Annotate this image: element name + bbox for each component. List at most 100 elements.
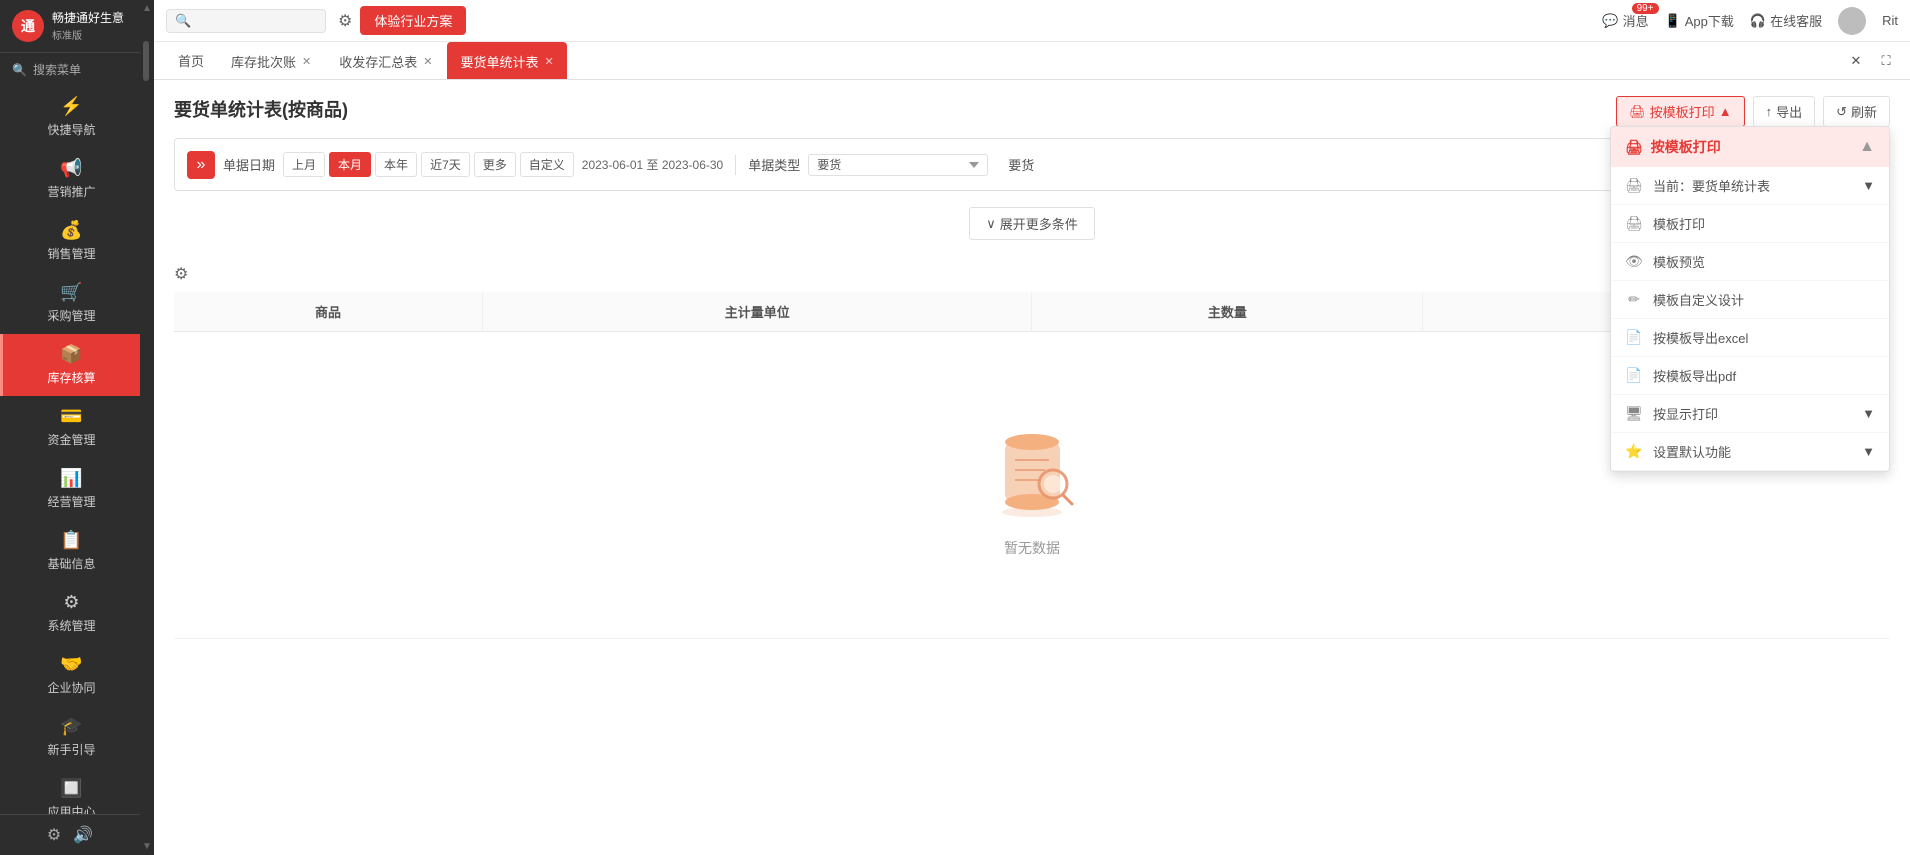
online-service-action[interactable]: 🎧 在线客服 — [1750, 11, 1822, 30]
col-header-product: 商品 — [174, 292, 482, 332]
default-func-icon: ⭐ — [1625, 443, 1643, 460]
sidebar-footer: ⚙ 🔊 — [0, 814, 140, 855]
default-chevron-icon: ▼ — [1862, 444, 1875, 459]
filter-7days-btn[interactable]: 近7天 — [421, 152, 470, 177]
expand-more-icon: ∨ — [986, 216, 996, 232]
sidebar-item-marketing[interactable]: 📢 营销推广 — [0, 148, 140, 210]
sidebar-item-quick-nav[interactable]: ⚡ 快捷导航 — [0, 86, 140, 148]
tab-maximize-btn[interactable]: ⛶ — [1874, 49, 1898, 73]
sidebar-item-label: 基础信息 — [47, 555, 95, 572]
filter-last-month-btn[interactable]: 上月 — [283, 152, 325, 177]
print-template-btn[interactable]: 🖨 按模板打印 ▲ — [1616, 96, 1744, 127]
filter-expand-btn[interactable]: » — [187, 151, 215, 179]
date-filter-label: 单据日期 — [223, 155, 275, 174]
sidebar-search[interactable]: 🔍 搜索菜单 — [0, 53, 140, 86]
scroll-thumb[interactable] — [143, 41, 149, 81]
message-badge: 99+ — [1632, 3, 1659, 14]
dropdown-item-export-excel[interactable]: 📄 按模板导出excel — [1611, 319, 1889, 357]
tabbar-end: ✕ ⛶ — [1844, 49, 1898, 73]
tab-close-all-btn[interactable]: ✕ — [1844, 49, 1868, 73]
tab-collection-summary[interactable]: 收发存汇总表 ✕ — [326, 42, 445, 79]
sidebar-logo-text: 畅捷通好生意 标准版 — [52, 10, 124, 42]
scroll-down-btn[interactable]: ▼ — [139, 838, 155, 855]
footer-volume-icon[interactable]: 🔊 — [73, 825, 93, 845]
basic-icon: 📋 — [60, 530, 82, 551]
expand-more-label: 展开更多条件 — [1000, 214, 1078, 233]
sidebar-item-apps[interactable]: 🔲 应用中心 — [0, 768, 140, 814]
sidebar-item-newbie[interactable]: 🎓 新手引导 — [0, 706, 140, 768]
finance-icon: 💳 — [60, 406, 82, 427]
sidebar-item-label: 快捷导航 — [47, 121, 95, 138]
message-action[interactable]: 💬 消息 99+ — [1602, 11, 1648, 30]
sidebar-item-system[interactable]: ⚙ 系统管理 — [0, 582, 140, 644]
dropdown-item-template-print[interactable]: 🖨 模板打印 — [1611, 205, 1889, 243]
topbar-gear-icon[interactable]: ⚙ — [338, 11, 352, 31]
type-filter-select[interactable]: 要货 — [808, 154, 988, 176]
yaohuo-label: 要货 — [1008, 155, 1038, 174]
tab-label: 收发存汇总表 — [339, 52, 417, 71]
template-custom-label: 模板自定义设计 — [1653, 290, 1744, 309]
footer-settings-icon[interactable]: ⚙ — [47, 825, 61, 845]
sidebar-search-label: 搜索菜单 — [33, 61, 81, 78]
tab-close-inventory-batch[interactable]: ✕ — [302, 55, 311, 68]
printer-header-icon: 🖨 — [1625, 139, 1643, 156]
filter-this-month-btn[interactable]: 本月 — [329, 152, 371, 177]
scroll-up-btn[interactable]: ▲ — [139, 0, 155, 17]
dropdown-default-func[interactable]: ⭐ 设置默认功能 ▼ — [1611, 433, 1889, 471]
sidebar-item-label: 销售管理 — [47, 245, 95, 262]
tab-order-stats[interactable]: 要货单统计表 ✕ — [447, 42, 566, 79]
refresh-btn[interactable]: ↺ 刷新 — [1823, 96, 1890, 127]
operations-icon: 📊 — [60, 468, 82, 489]
filter-divider — [735, 155, 736, 175]
quick-nav-icon: ⚡ — [60, 96, 82, 117]
filter-this-year-btn[interactable]: 本年 — [375, 152, 417, 177]
print-dropdown-menu: 🖨 按模板打印 ▲ 🖨当前：要货单统计表 ▼ 🖨 模板打印 👁 — [1610, 126, 1890, 472]
topbar-search-input[interactable] — [195, 14, 315, 28]
sidebar-logo: 通 畅捷通好生意 标准版 — [0, 0, 140, 53]
dropdown-display-print[interactable]: 🖥 按显示打印 ▼ — [1611, 395, 1889, 433]
sidebar-item-basic[interactable]: 📋 基础信息 — [0, 520, 140, 582]
app-version: 标准版 — [52, 27, 124, 42]
sidebar-item-finance[interactable]: 💳 资金管理 — [0, 396, 140, 458]
tab-inventory-batch[interactable]: 库存批次账 ✕ — [218, 42, 324, 79]
topbar-search-box[interactable]: 🔍 — [166, 9, 326, 33]
sidebar-item-inventory[interactable]: 📦 库存核算 — [0, 334, 140, 396]
sidebar-nav: ⚡ 快捷导航 📢 营销推广 💰 销售管理 🛒 采购管理 📦 库存核算 💳 资金管… — [0, 86, 140, 814]
col-header-unit: 主计量单位 — [482, 292, 1032, 332]
template-custom-icon: ✏ — [1625, 291, 1643, 308]
online-service-label: 在线客服 — [1770, 11, 1822, 30]
export-pdf-icon: 📄 — [1625, 367, 1643, 384]
enterprise-icon: 🤝 — [60, 654, 82, 675]
expand-more-btn[interactable]: ∨ 展开更多条件 — [969, 207, 1095, 240]
filter-custom-btn[interactable]: 自定义 — [520, 152, 574, 177]
topbar: 🔍 ⚙ 体验行业方案 💬 消息 99+ 📱 App下载 🎧 在线客服 Rit — [154, 0, 1910, 42]
sidebar-item-operations[interactable]: 📊 经营管理 — [0, 458, 140, 520]
dropdown-current-left: 🖨当前：要货单统计表 — [1625, 176, 1770, 195]
dropdown-item-template-custom[interactable]: ✏ 模板自定义设计 — [1611, 281, 1889, 319]
app-name: 畅捷通好生意 — [52, 10, 124, 27]
export-btn[interactable]: ↑ 导出 — [1753, 96, 1816, 127]
tab-close-order-stats[interactable]: ✕ — [545, 55, 554, 68]
filter-more-btn[interactable]: 更多 — [474, 152, 516, 177]
dropdown-header: 🖨 按模板打印 ▲ — [1611, 127, 1889, 167]
dropdown-item-export-pdf[interactable]: 📄 按模板导出pdf — [1611, 357, 1889, 395]
sidebar-item-sales[interactable]: 💰 销售管理 — [0, 210, 140, 272]
dropdown-current-template[interactable]: 🖨当前：要货单统计表 ▼ — [1611, 167, 1889, 205]
dropdown-item-template-preview[interactable]: 👁 模板预览 — [1611, 243, 1889, 281]
display-print-label: 按显示打印 — [1653, 404, 1718, 423]
newbie-icon: 🎓 — [60, 716, 82, 737]
sidebar-item-purchase[interactable]: 🛒 采购管理 — [0, 272, 140, 334]
tab-home[interactable]: 首页 — [166, 45, 216, 76]
export-excel-label: 按模板导出excel — [1653, 328, 1748, 347]
table-settings-icon[interactable]: ⚙ — [174, 264, 188, 284]
tab-close-collection-summary[interactable]: ✕ — [423, 55, 432, 68]
app-download-action[interactable]: 📱 App下载 — [1665, 11, 1734, 30]
dropdown-title: 按模板打印 — [1651, 137, 1721, 157]
sidebar-item-label: 企业协同 — [47, 679, 95, 696]
dropdown-close-btn[interactable]: ▲ — [1859, 138, 1875, 156]
user-avatar[interactable] — [1838, 7, 1866, 35]
trial-btn[interactable]: 体验行业方案 — [360, 6, 466, 35]
default-func-label: 设置默认功能 — [1653, 442, 1731, 461]
sidebar-item-enterprise[interactable]: 🤝 企业协同 — [0, 644, 140, 706]
col-header-quantity: 主数量 — [1032, 292, 1423, 332]
